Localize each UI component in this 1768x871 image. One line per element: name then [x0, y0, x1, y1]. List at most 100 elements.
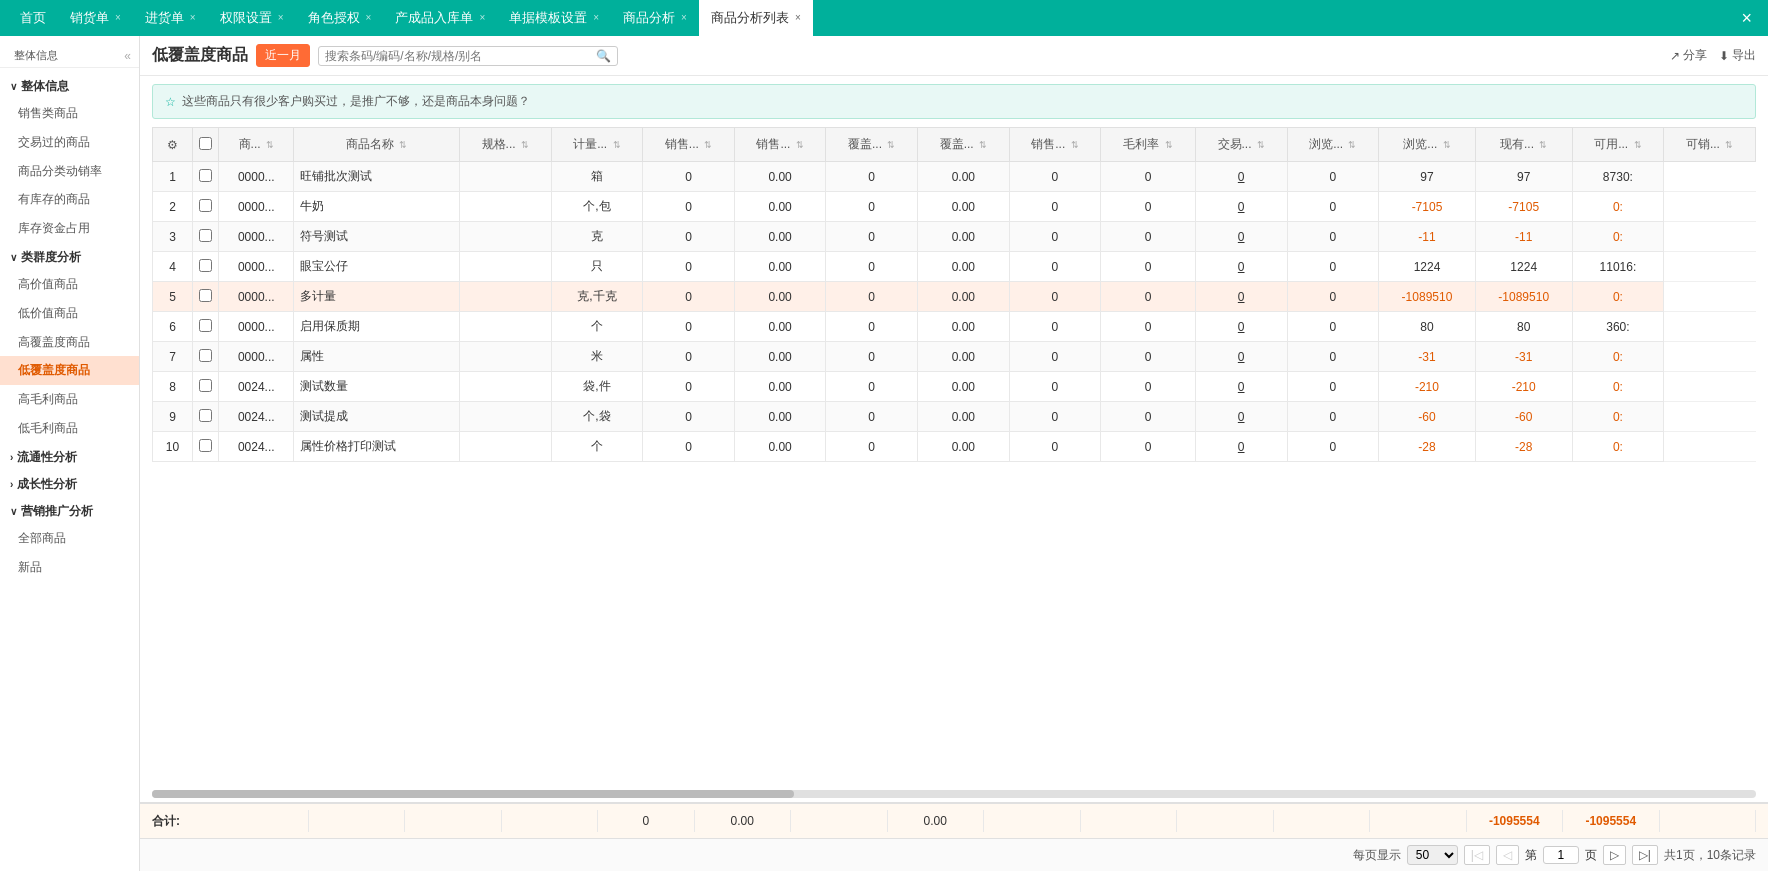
- cell-name[interactable]: 眼宝公仔: [294, 252, 460, 282]
- select-all-checkbox[interactable]: [199, 137, 212, 150]
- th-sales2[interactable]: 销售... ⇅: [734, 128, 826, 162]
- th-name[interactable]: 商品名称 ⇅: [294, 128, 460, 162]
- cell-checkbox[interactable]: [193, 432, 219, 462]
- cell-browse1[interactable]: 0: [1195, 192, 1287, 222]
- search-icon[interactable]: 🔍: [596, 49, 611, 63]
- nav-products[interactable]: 产成品入库单 ×: [383, 0, 497, 36]
- nav-analysis[interactable]: 商品分析 ×: [611, 0, 699, 36]
- th-sales1[interactable]: 销售... ⇅: [643, 128, 735, 162]
- row-checkbox[interactable]: [199, 229, 212, 242]
- sidebar-item-capital[interactable]: 库存资金占用: [0, 214, 139, 243]
- sidebar-group-marketing[interactable]: ∨ 营销推广分析: [0, 497, 139, 524]
- cell-name[interactable]: 多计量: [294, 282, 460, 312]
- sidebar-item-low-value[interactable]: 低价值商品: [0, 299, 139, 328]
- row-checkbox[interactable]: [199, 379, 212, 392]
- nav-analysis-list[interactable]: 商品分析列表 ×: [699, 0, 813, 36]
- close-permissions-icon[interactable]: ×: [278, 0, 284, 36]
- th-stock2[interactable]: 可用... ⇅: [1572, 128, 1664, 162]
- cell-name[interactable]: 旺铺批次测试: [294, 162, 460, 192]
- sidebar-group-growth[interactable]: › 成长性分析: [0, 470, 139, 497]
- cell-name[interactable]: 属性价格打印测试: [294, 432, 460, 462]
- cell-browse1[interactable]: 0: [1195, 162, 1287, 192]
- cell-checkbox[interactable]: [193, 402, 219, 432]
- sidebar-item-low-coverage[interactable]: 低覆盖度商品: [0, 356, 139, 385]
- page-number-input[interactable]: [1543, 846, 1579, 864]
- cell-browse1[interactable]: 0: [1195, 342, 1287, 372]
- th-sellable[interactable]: 可销... ⇅: [1664, 128, 1756, 162]
- sidebar-group-flow[interactable]: › 流通性分析: [0, 443, 139, 470]
- row-checkbox[interactable]: [199, 169, 212, 182]
- th-unit[interactable]: 计量... ⇅: [551, 128, 643, 162]
- th-stock1[interactable]: 现有... ⇅: [1475, 128, 1572, 162]
- th-browse1[interactable]: 浏览... ⇅: [1287, 128, 1379, 162]
- th-spec[interactable]: 规格... ⇅: [459, 128, 551, 162]
- close-roles-icon[interactable]: ×: [366, 0, 372, 36]
- sidebar-item-low-margin[interactable]: 低毛利商品: [0, 414, 139, 443]
- row-checkbox[interactable]: [199, 349, 212, 362]
- nav-roles[interactable]: 角色授权 ×: [296, 0, 384, 36]
- cell-checkbox[interactable]: [193, 162, 219, 192]
- close-analysis-list-icon[interactable]: ×: [795, 0, 801, 36]
- row-checkbox[interactable]: [199, 439, 212, 452]
- cell-name[interactable]: 牛奶: [294, 192, 460, 222]
- close-templates-icon[interactable]: ×: [593, 0, 599, 36]
- row-checkbox[interactable]: [199, 319, 212, 332]
- share-button[interactable]: ↗ 分享: [1670, 47, 1707, 64]
- cell-browse1[interactable]: 0: [1195, 372, 1287, 402]
- sidebar-group-cluster[interactable]: ∨ 类群度分析: [0, 243, 139, 270]
- cell-checkbox[interactable]: [193, 372, 219, 402]
- close-products-icon[interactable]: ×: [479, 0, 485, 36]
- sidebar-item-high-value[interactable]: 高价值商品: [0, 270, 139, 299]
- sidebar-item-in-stock[interactable]: 有库存的商品: [0, 185, 139, 214]
- sidebar-item-high-coverage[interactable]: 高覆盖度商品: [0, 328, 139, 357]
- sidebar-item-traded[interactable]: 交易过的商品: [0, 128, 139, 157]
- sidebar-item-category-rate[interactable]: 商品分类动销率: [0, 157, 139, 186]
- table-scrollbar-thumb[interactable]: [152, 790, 794, 798]
- th-checkbox[interactable]: [193, 128, 219, 162]
- cell-name[interactable]: 符号测试: [294, 222, 460, 252]
- table-scrollbar[interactable]: [152, 790, 1756, 798]
- cell-checkbox[interactable]: [193, 342, 219, 372]
- nav-permissions[interactable]: 权限设置 ×: [208, 0, 296, 36]
- nav-templates[interactable]: 单据模板设置 ×: [497, 0, 611, 36]
- cell-name[interactable]: 测试数量: [294, 372, 460, 402]
- close-analysis-icon[interactable]: ×: [681, 0, 687, 36]
- th-coverage1[interactable]: 覆盖... ⇅: [826, 128, 918, 162]
- sidebar-item-all-goods[interactable]: 全部商品: [0, 524, 139, 553]
- prev-page-btn[interactable]: ◁: [1496, 845, 1519, 865]
- row-checkbox[interactable]: [199, 289, 212, 302]
- cell-browse1[interactable]: 0: [1195, 282, 1287, 312]
- search-input[interactable]: [325, 49, 596, 63]
- sidebar-item-new-goods[interactable]: 新品: [0, 553, 139, 582]
- nav-sales[interactable]: 销货单 ×: [58, 0, 133, 36]
- row-checkbox[interactable]: [199, 259, 212, 272]
- th-code[interactable]: 商... ⇅: [219, 128, 294, 162]
- sidebar-item-sales-goods[interactable]: 销售类商品: [0, 99, 139, 128]
- sidebar-group-overall[interactable]: ∨ 整体信息: [0, 72, 139, 99]
- cell-browse1[interactable]: 0: [1195, 432, 1287, 462]
- th-sales3[interactable]: 销售... ⇅: [1009, 128, 1101, 162]
- cell-name[interactable]: 属性: [294, 342, 460, 372]
- sidebar-item-high-margin[interactable]: 高毛利商品: [0, 385, 139, 414]
- th-coverage2[interactable]: 覆盖... ⇅: [918, 128, 1010, 162]
- cell-browse1[interactable]: 0: [1195, 402, 1287, 432]
- sidebar-collapse-btn[interactable]: «: [124, 49, 131, 63]
- next-page-btn[interactable]: ▷: [1603, 845, 1626, 865]
- first-page-btn[interactable]: |◁: [1464, 845, 1490, 865]
- cell-name[interactable]: 测试提成: [294, 402, 460, 432]
- cell-checkbox[interactable]: [193, 222, 219, 252]
- cell-checkbox[interactable]: [193, 282, 219, 312]
- nav-home[interactable]: 首页: [8, 0, 58, 36]
- th-margin[interactable]: 毛利率 ⇅: [1101, 128, 1196, 162]
- cell-browse1[interactable]: 0: [1195, 222, 1287, 252]
- nav-purchase[interactable]: 进货单 ×: [133, 0, 208, 36]
- cell-checkbox[interactable]: [193, 192, 219, 222]
- cell-checkbox[interactable]: [193, 252, 219, 282]
- cell-browse1[interactable]: 0: [1195, 312, 1287, 342]
- th-settings[interactable]: ⚙: [153, 128, 193, 162]
- page-size-select[interactable]: 50 100 200: [1407, 845, 1458, 865]
- th-transaction[interactable]: 交易... ⇅: [1195, 128, 1287, 162]
- cell-name[interactable]: 启用保质期: [294, 312, 460, 342]
- close-purchase-icon[interactable]: ×: [190, 0, 196, 36]
- row-checkbox[interactable]: [199, 409, 212, 422]
